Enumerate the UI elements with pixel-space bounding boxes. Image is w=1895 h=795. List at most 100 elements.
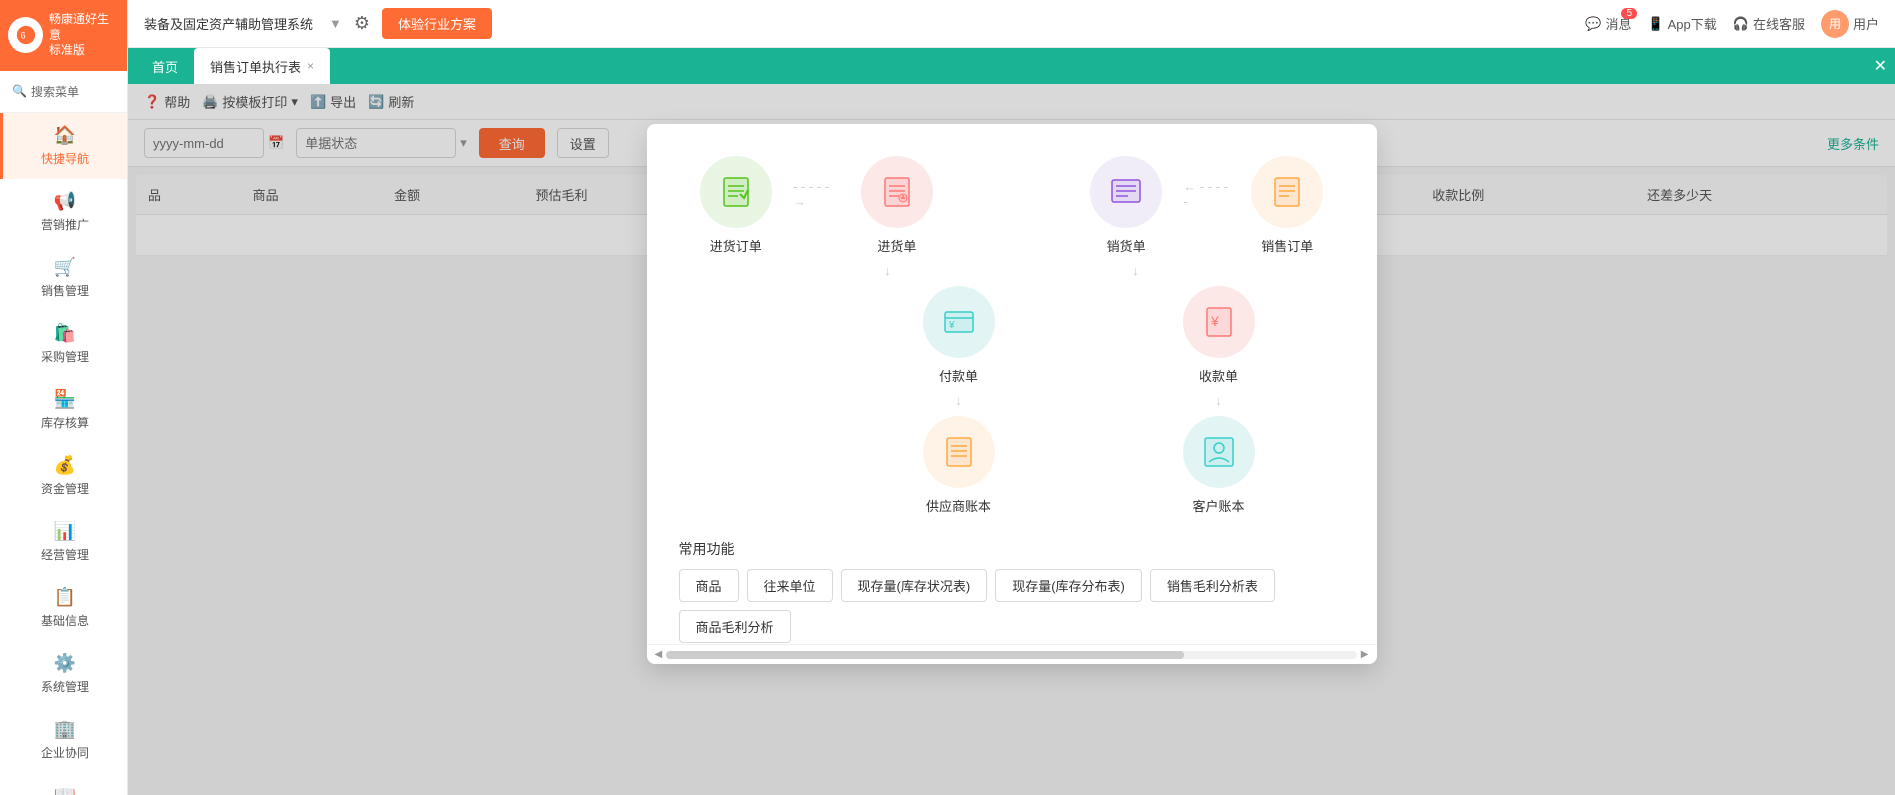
headset-icon: 🎧 (1733, 16, 1749, 32)
flow-node-receipt[interactable]: ¥ 收款单 (1154, 286, 1284, 385)
sidebar-item-enterprise[interactable]: 🏢 企业协同 (0, 707, 127, 773)
flow-row-2: ¥ 付款单 (679, 278, 1345, 393)
settings-icon[interactable]: ⚙ (354, 13, 370, 34)
modal-scrollbar: ◀ ▶ (647, 644, 1377, 664)
flow-node-payment[interactable]: ¥ 付款单 (894, 286, 1024, 385)
func-btn-contacts[interactable]: 往来单位 (747, 569, 833, 602)
svg-text:¥: ¥ (1210, 313, 1219, 329)
flow-node-sales-receipt[interactable]: 销货单 (1069, 156, 1184, 255)
common-functions-title: 常用功能 (679, 539, 1345, 559)
flow-node-customer-account[interactable]: 客户账本 (1154, 416, 1284, 515)
scroll-left-icon[interactable]: ◀ (655, 649, 663, 660)
sales-icon: 🛒 (54, 257, 76, 278)
purchase-receipt-icon (861, 156, 933, 228)
tab-sales-order-execution[interactable]: 销售订单执行表 × (194, 48, 330, 84)
sidebar-item-finance[interactable]: 💰 资金管理 (0, 443, 127, 509)
flow-row-3: 供应商账本 (679, 408, 1345, 523)
sidebar-nav: 🏠 快捷导航 📢 营销推广 🛒 销售管理 🛍️ 采购管理 🏪 库存核算 💰 (0, 113, 127, 795)
operations-icon: 📊 (54, 521, 76, 542)
system-name: 装备及固定资产辅助管理系统 (144, 14, 313, 33)
page-area: ❓ 帮助 🖨️ 按模板打印 ▾ ⬆️ 导出 🔄 刷新 (128, 84, 1895, 795)
online-service-button[interactable]: 🎧 在线客服 (1733, 14, 1805, 33)
svg-text:6: 6 (20, 31, 25, 41)
scroll-right-icon[interactable]: ▶ (1361, 649, 1369, 660)
arrow-down-1: ↓ (825, 263, 949, 278)
supplier-account-label: 供应商账本 (926, 496, 991, 515)
purchase-order-icon (700, 156, 772, 228)
sidebar-item-guide[interactable]: 📖 新手引导 (0, 773, 127, 795)
header-actions: 💬 消息 5 📱 App下载 🎧 在线客服 用 用户 (1585, 10, 1879, 38)
payment-icon: ¥ (923, 286, 995, 358)
close-all-tabs-button[interactable]: ✕ (1874, 56, 1887, 76)
sidebar-search-area: 🔍 搜索菜单 (0, 71, 127, 113)
sidebar-logo-text: 畅康通好生意 标准版 (49, 12, 119, 59)
sidebar-item-marketing[interactable]: 📢 营销推广 (0, 179, 127, 245)
func-btn-stock-dist[interactable]: 现存量(库存分布表) (995, 569, 1142, 602)
inventory-icon: 🏪 (54, 389, 76, 410)
func-buttons-row-1: 商品 往来单位 现存量(库存状况表) 现存量(库存分布表) 销售毛利分析表 商品… (679, 569, 1345, 643)
flow-node-sales-order[interactable]: 销售订单 (1230, 156, 1345, 255)
payment-label: 付款单 (939, 366, 978, 385)
main-content: 装备及固定资产辅助管理系统 ▼ ⚙ 体验行业方案 💬 消息 5 📱 App下载 … (128, 0, 1895, 795)
flow-modal: 进货订单 - - - - - → (647, 124, 1377, 664)
modal-overlay: 进货订单 - - - - - → (128, 84, 1895, 795)
home-icon: 🏠 (54, 125, 76, 146)
app-download-button[interactable]: 📱 App下载 (1647, 14, 1716, 33)
tab-home[interactable]: 首页 (136, 48, 194, 84)
tabs-bar: 首页 销售订单执行表 × ✕ (128, 48, 1895, 84)
sidebar-item-system[interactable]: ⚙️ 系统管理 (0, 641, 127, 707)
receipt-icon: ¥ (1183, 286, 1255, 358)
flow-diagram: 进货订单 - - - - - → (679, 148, 1345, 523)
sidebar-item-operations[interactable]: 📊 经营管理 (0, 509, 127, 575)
tab-close-icon[interactable]: × (307, 59, 314, 73)
sidebar-item-basic-info[interactable]: 📋 基础信息 (0, 575, 127, 641)
sidebar-item-purchase[interactable]: 🛍️ 采购管理 (0, 311, 127, 377)
func-btn-sales-gross[interactable]: 销售毛利分析表 (1150, 569, 1275, 602)
sales-receipt-label: 销货单 (1107, 236, 1146, 255)
modal-body: 进货订单 - - - - - → (647, 124, 1377, 644)
tabs-right: ✕ (1874, 56, 1887, 76)
flow-arrows-row-2: ↓ ↓ (679, 393, 1345, 408)
search-menu-button[interactable]: 🔍 搜索菜单 (8, 79, 119, 104)
customer-account-icon (1183, 416, 1255, 488)
search-icon: 🔍 (12, 84, 27, 98)
message-icon: 💬 (1585, 16, 1601, 32)
sidebar-item-quick-nav[interactable]: 🏠 快捷导航 (0, 113, 127, 179)
header: 装备及固定资产辅助管理系统 ▼ ⚙ 体验行业方案 💬 消息 5 📱 App下载 … (128, 0, 1895, 48)
sales-order-label: 销售订单 (1261, 236, 1313, 255)
message-button[interactable]: 💬 消息 5 (1585, 14, 1631, 33)
user-info[interactable]: 用 用户 (1821, 10, 1879, 38)
flow-node-purchase-order[interactable]: 进货订单 (679, 156, 794, 255)
flow-node-supplier-account[interactable]: 供应商账本 (894, 416, 1024, 515)
scroll-track[interactable] (666, 651, 1357, 659)
sales-receipt-icon (1090, 156, 1162, 228)
arrow-down-3: ↓ (894, 393, 1024, 408)
message-badge: 5 (1621, 8, 1637, 19)
avatar: 用 (1821, 10, 1849, 38)
customer-account-label: 客户账本 (1192, 496, 1244, 515)
func-btn-product-gross[interactable]: 商品毛利分析 (679, 610, 791, 643)
svg-text:¥: ¥ (948, 320, 955, 331)
scroll-thumb (666, 651, 1184, 659)
sales-order-icon (1251, 156, 1323, 228)
receipt-label: 收款单 (1199, 366, 1238, 385)
func-btn-product[interactable]: 商品 (679, 569, 739, 602)
marketing-icon: 📢 (54, 191, 76, 212)
dropdown-arrow-icon[interactable]: ▼ (329, 16, 342, 31)
flow-node-purchase-receipt[interactable]: 进货单 (840, 156, 955, 255)
app-download-icon: 📱 (1647, 16, 1663, 32)
sidebar-item-inventory[interactable]: 🏪 库存核算 (0, 377, 127, 443)
system-icon: ⚙️ (54, 653, 76, 674)
supplier-account-icon (923, 416, 995, 488)
basic-info-icon: 📋 (54, 587, 76, 608)
purchase-icon: 🛍️ (54, 323, 76, 344)
sidebar-logo: 6 畅康通好生意 标准版 (0, 0, 127, 71)
func-btn-stock-status[interactable]: 现存量(库存状况表) (841, 569, 988, 602)
purchase-order-label: 进货订单 (710, 236, 762, 255)
sidebar-item-sales[interactable]: 🛒 销售管理 (0, 245, 127, 311)
sidebar: 6 畅康通好生意 标准版 🔍 搜索菜单 🏠 快捷导航 📢 营销推广 (0, 0, 128, 795)
finance-icon: 💰 (54, 455, 76, 476)
trial-button[interactable]: 体验行业方案 (382, 8, 492, 39)
common-functions: 常用功能 商品 往来单位 现存量(库存状况表) 现存量(库存分布表) 销售毛利分… (679, 539, 1345, 644)
flow-arrows-row: ↓ ↓ (679, 263, 1345, 278)
